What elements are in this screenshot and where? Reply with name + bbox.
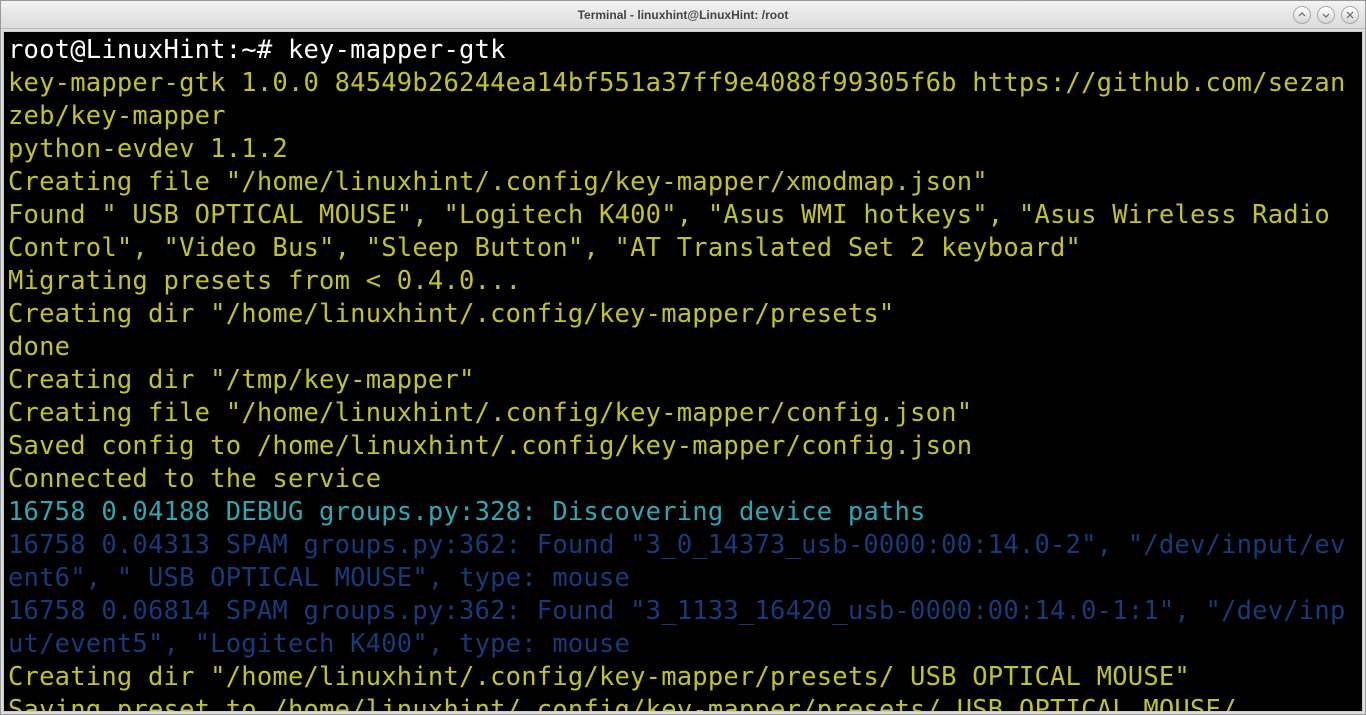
window-controls xyxy=(1293,6,1359,24)
terminal-line: Creating dir "/home/linuxhint/.config/ke… xyxy=(8,299,894,329)
terminal-line: done xyxy=(8,332,70,362)
terminal-line: 16758 0.04188 DEBUG groups.py:328: Disco… xyxy=(8,497,926,527)
terminal-window: Terminal - linuxhint@LinuxHint: /root ro… xyxy=(0,0,1366,715)
titlebar[interactable]: Terminal - linuxhint@LinuxHint: /root xyxy=(1,1,1365,29)
terminal-line: 16758 0.04313 SPAM groups.py:362: Found … xyxy=(8,530,1346,593)
shell-command: key-mapper-gtk xyxy=(288,35,506,65)
minimize-button[interactable] xyxy=(1293,6,1311,24)
maximize-button[interactable] xyxy=(1317,6,1335,24)
terminal-line: Creating file "/home/linuxhint/.config/k… xyxy=(8,167,988,197)
close-button[interactable] xyxy=(1341,6,1359,24)
terminal-line: Found " USB OPTICAL MOUSE", "Logitech K4… xyxy=(8,200,1346,263)
window-title: Terminal - linuxhint@LinuxHint: /root xyxy=(578,8,789,22)
terminal-line: 16758 0.06814 SPAM groups.py:362: Found … xyxy=(8,596,1346,659)
terminal-line: Migrating presets from < 0.4.0... xyxy=(8,266,521,296)
shell-prompt: root@LinuxHint:~# xyxy=(8,35,288,65)
terminal-line: Saved config to /home/linuxhint/.config/… xyxy=(8,431,972,461)
terminal-viewport[interactable]: root@LinuxHint:~# key-mapper-gtk key-map… xyxy=(3,31,1363,712)
terminal-line: Connected to the service xyxy=(8,464,381,494)
terminal-line: python-evdev 1.1.2 xyxy=(8,134,288,164)
terminal-line: Creating dir "/tmp/key-mapper" xyxy=(8,365,475,395)
terminal-line: key-mapper-gtk 1.0.0 84549b26244ea14bf55… xyxy=(8,68,1346,131)
terminal-line: Creating dir "/home/linuxhint/.config/ke… xyxy=(8,662,1190,692)
terminal-line: Saving preset to /home/linuxhint/.config… xyxy=(8,695,1237,712)
terminal-line: Creating file "/home/linuxhint/.config/k… xyxy=(8,398,972,428)
